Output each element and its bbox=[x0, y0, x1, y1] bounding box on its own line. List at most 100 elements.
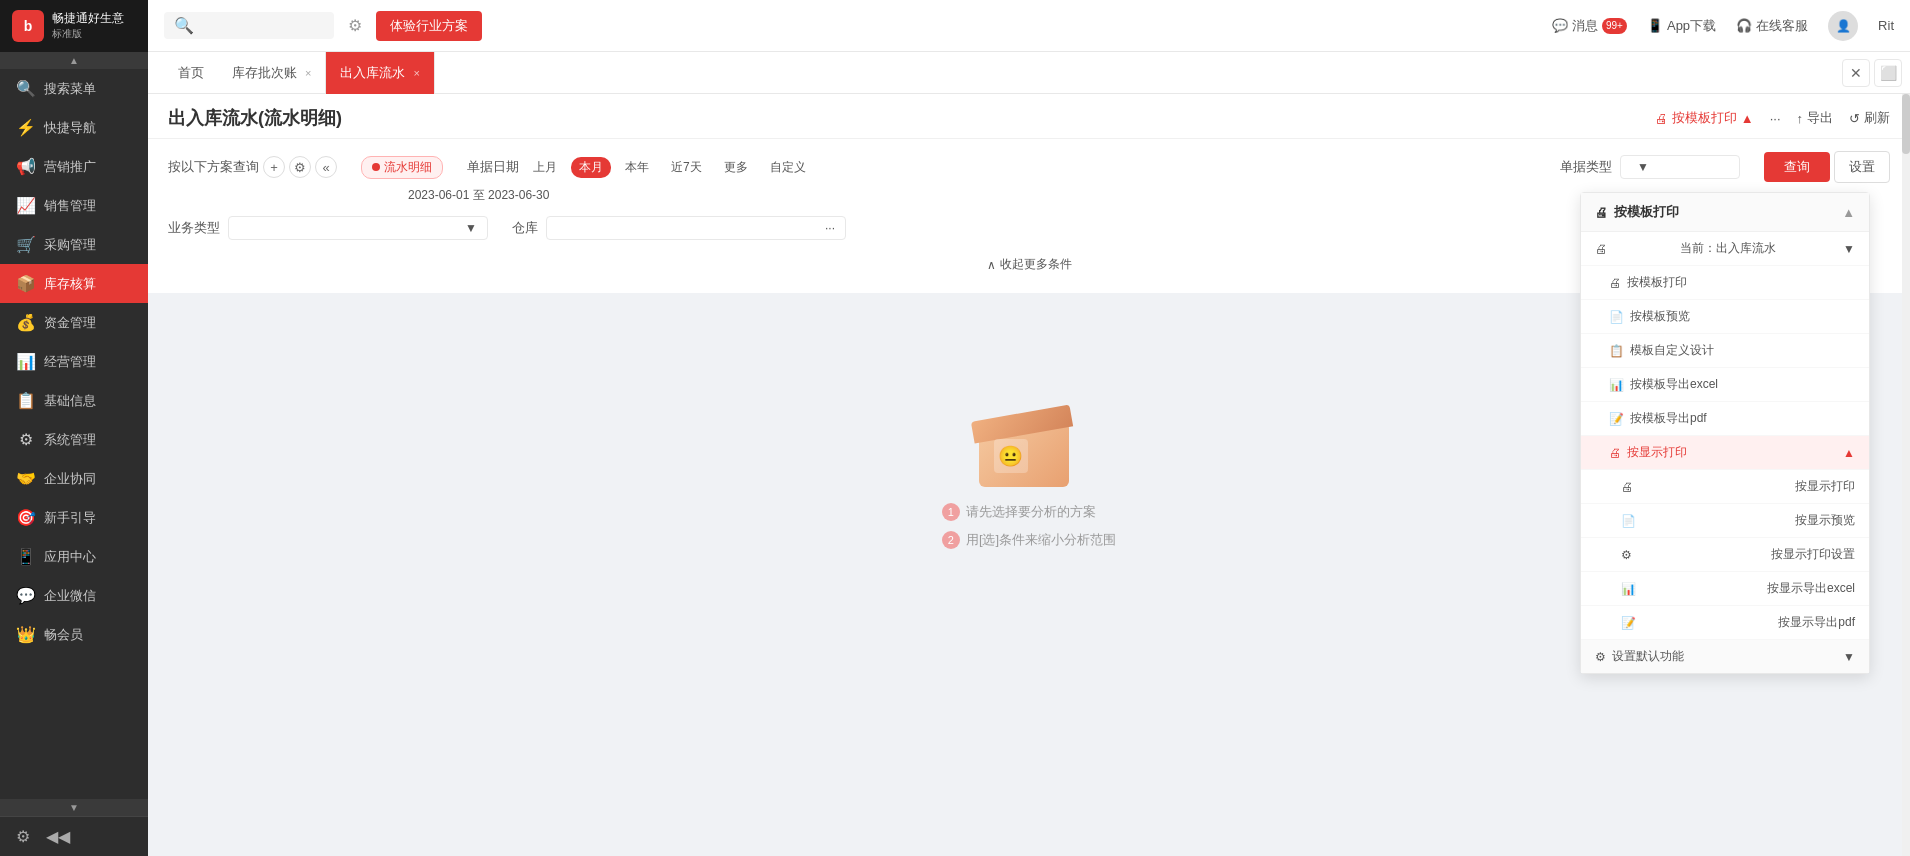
page-area: 出入库流水(流水明细) 🖨 按模板打印 ▲ ··· ↑ 导出 ↺ 刷新 bbox=[148, 94, 1910, 856]
sidebar-scroll-up[interactable]: ▲ bbox=[0, 52, 148, 69]
scrollbar-thumb[interactable] bbox=[1902, 94, 1910, 154]
sidebar-item-label: 应用中心 bbox=[44, 548, 96, 566]
display-excel-icon: 📊 bbox=[1621, 582, 1636, 596]
template-print-btn[interactable]: 🖨 按模板打印 ▲ bbox=[1655, 109, 1754, 127]
template-pdf-icon: 📝 bbox=[1609, 412, 1624, 426]
tab-inventory-batch[interactable]: 库存批次账 × bbox=[218, 52, 326, 94]
operations-icon: 📊 bbox=[16, 352, 36, 371]
sidebar-item-vip[interactable]: 👑 畅会员 bbox=[0, 615, 148, 654]
page-actions: 🖨 按模板打印 ▲ ··· ↑ 导出 ↺ 刷新 bbox=[1655, 109, 1890, 127]
dropdown-current[interactable]: 🖨 当前：出入库流水 ▼ bbox=[1581, 232, 1869, 266]
dropdown-footer[interactable]: ⚙ 设置默认功能 ▼ bbox=[1581, 640, 1869, 673]
date-range-value: 2023-06-01 至 2023-06-30 bbox=[408, 188, 549, 202]
dropdown-item-template-excel[interactable]: 📊 按模板导出excel bbox=[1581, 368, 1869, 402]
display-print-chevron-icon: ▲ bbox=[1843, 446, 1855, 460]
sidebar-item-label: 企业协同 bbox=[44, 470, 96, 488]
page-scrollbar[interactable] bbox=[1902, 94, 1910, 856]
maximize-tab-btn[interactable]: ⬜ bbox=[1874, 59, 1902, 87]
dropdown-item-display-pdf[interactable]: 📝 按显示导出pdf bbox=[1581, 606, 1869, 640]
sidebar-item-sales[interactable]: 📈 销售管理 bbox=[0, 186, 148, 225]
guide-icon: 🎯 bbox=[16, 508, 36, 527]
app-download-icon: 📱 bbox=[1647, 18, 1663, 33]
dropdown-item-template-design[interactable]: 📋 模板自定义设计 bbox=[1581, 334, 1869, 368]
message-label: 消息 bbox=[1572, 17, 1598, 35]
date-btn-custom[interactable]: 自定义 bbox=[762, 157, 814, 178]
sidebar-item-label: 库存核算 bbox=[44, 275, 96, 293]
dropdown-item-template-pdf[interactable]: 📝 按模板导出pdf bbox=[1581, 402, 1869, 436]
sidebar-item-collab[interactable]: 🤝 企业协同 bbox=[0, 459, 148, 498]
template-pdf-label: 按模板导出pdf bbox=[1630, 410, 1707, 427]
settings-icon[interactable]: ⚙ bbox=[348, 16, 362, 35]
sidebar-item-shortcut[interactable]: ⚡ 快捷导航 bbox=[0, 108, 148, 147]
sidebar-item-marketing[interactable]: 📢 营销推广 bbox=[0, 147, 148, 186]
date-btn-7days[interactable]: 近7天 bbox=[663, 157, 710, 178]
filter-set-btn[interactable]: ⚙ bbox=[289, 156, 311, 178]
dropdown-item-template-print[interactable]: 🖨 按模板打印 bbox=[1581, 266, 1869, 300]
tab-stock-flow-close[interactable]: × bbox=[413, 67, 419, 79]
sidebar-item-purchase[interactable]: 🛒 采购管理 bbox=[0, 225, 148, 264]
display-pdf-label: 按显示导出pdf bbox=[1778, 614, 1855, 631]
biz-type-label: 业务类型 bbox=[168, 219, 220, 237]
page-header: 出入库流水(流水明细) 🖨 按模板打印 ▲ ··· ↑ 导出 ↺ 刷新 bbox=[148, 94, 1910, 138]
sidebar-item-guide[interactable]: 🎯 新手引导 bbox=[0, 498, 148, 537]
dropdown-collapse-btn[interactable]: ▲ bbox=[1842, 205, 1855, 220]
template-print-label: 按模板打印 bbox=[1672, 109, 1737, 127]
logo-icon: b bbox=[12, 10, 44, 42]
sidebar-item-system[interactable]: ⚙ 系统管理 bbox=[0, 420, 148, 459]
filter-add-btn[interactable]: + bbox=[263, 156, 285, 178]
sidebar-item-apps[interactable]: 📱 应用中心 bbox=[0, 537, 148, 576]
topbar-right: 💬 消息 99+ 📱 App下载 🎧 在线客服 👤 Rit bbox=[1552, 11, 1894, 41]
shortcut-icon: ⚡ bbox=[16, 118, 36, 137]
settings-default-icon: ⚙ bbox=[1595, 650, 1606, 664]
filter-tag[interactable]: 流水明细 bbox=[361, 156, 443, 179]
sidebar-item-label: 搜索菜单 bbox=[44, 80, 96, 98]
message-btn[interactable]: 💬 消息 99+ bbox=[1552, 17, 1627, 35]
refresh-btn[interactable]: ↺ 刷新 bbox=[1849, 109, 1890, 127]
sidebar-item-basic[interactable]: 📋 基础信息 bbox=[0, 381, 148, 420]
footer-chevron-icon: ▼ bbox=[1843, 650, 1855, 664]
template-print-dropdown: 🖨 按模板打印 ▲ 🖨 当前：出入库流水 ▼ 🖨 按模板打印 bbox=[1580, 192, 1870, 674]
display-excel-label: 按显示导出excel bbox=[1767, 580, 1855, 597]
sidebar-item-finance[interactable]: 💰 资金管理 bbox=[0, 303, 148, 342]
sidebar-item-inventory[interactable]: 📦 库存核算 bbox=[0, 264, 148, 303]
sales-icon: 📈 bbox=[16, 196, 36, 215]
sidebar-item-label: 采购管理 bbox=[44, 236, 96, 254]
voucher-type-select[interactable]: ▼ bbox=[1620, 155, 1740, 179]
biz-type-input[interactable]: ▼ bbox=[228, 216, 488, 240]
sidebar-item-wechat[interactable]: 💬 企业微信 bbox=[0, 576, 148, 615]
tab-inventory-batch-close[interactable]: × bbox=[305, 67, 311, 79]
tab-stock-flow[interactable]: 出入库流水 × bbox=[326, 52, 434, 94]
sidebar-item-search[interactable]: 🔍 搜索菜单 bbox=[0, 69, 148, 108]
dropdown-item-display-preview[interactable]: 📄 按显示预览 bbox=[1581, 504, 1869, 538]
display-preview-icon: 📄 bbox=[1621, 514, 1636, 528]
dropdown-item-display-excel[interactable]: 📊 按显示导出excel bbox=[1581, 572, 1869, 606]
sidebar-scroll-down[interactable]: ▼ bbox=[0, 799, 148, 816]
dropdown-item-display-settings[interactable]: ⚙ 按显示打印设置 bbox=[1581, 538, 1869, 572]
purchase-icon: 🛒 bbox=[16, 235, 36, 254]
tab-home[interactable]: 首页 bbox=[164, 64, 218, 82]
filter-collapse-btn[interactable]: « bbox=[315, 156, 337, 178]
search-box[interactable]: 🔍 bbox=[164, 12, 334, 39]
date-btn-last-month[interactable]: 上月 bbox=[525, 157, 565, 178]
dropdown-item-template-preview[interactable]: 📄 按模板预览 bbox=[1581, 300, 1869, 334]
settings-btn[interactable]: 设置 bbox=[1834, 151, 1890, 183]
date-btn-this-month[interactable]: 本月 bbox=[571, 157, 611, 178]
ellipsis-btn[interactable]: ··· bbox=[1770, 111, 1781, 126]
close-tab-btn[interactable]: ✕ bbox=[1842, 59, 1870, 87]
collapse-sidebar-icon[interactable]: ◀◀ bbox=[46, 827, 70, 846]
app-download-btn[interactable]: 📱 App下载 bbox=[1647, 17, 1716, 35]
export-btn[interactable]: ↑ 导出 bbox=[1797, 109, 1834, 127]
date-btn-this-year[interactable]: 本年 bbox=[617, 157, 657, 178]
sidebar-item-operations[interactable]: 📊 经营管理 bbox=[0, 342, 148, 381]
date-btn-more[interactable]: 更多 bbox=[716, 157, 756, 178]
settings-bottom-icon[interactable]: ⚙ bbox=[16, 827, 30, 846]
search-icon: 🔍 bbox=[174, 16, 194, 35]
dropdown-display-print-header[interactable]: 🖨 按显示打印 ▲ bbox=[1581, 436, 1869, 470]
search-input[interactable] bbox=[200, 19, 320, 33]
avatar[interactable]: 👤 bbox=[1828, 11, 1858, 41]
industry-btn[interactable]: 体验行业方案 bbox=[376, 11, 482, 41]
online-service-btn[interactable]: 🎧 在线客服 bbox=[1736, 17, 1808, 35]
dropdown-item-display-print[interactable]: 🖨 按显示打印 bbox=[1581, 470, 1869, 504]
warehouse-input[interactable]: ··· bbox=[546, 216, 846, 240]
query-btn[interactable]: 查询 bbox=[1764, 152, 1830, 182]
